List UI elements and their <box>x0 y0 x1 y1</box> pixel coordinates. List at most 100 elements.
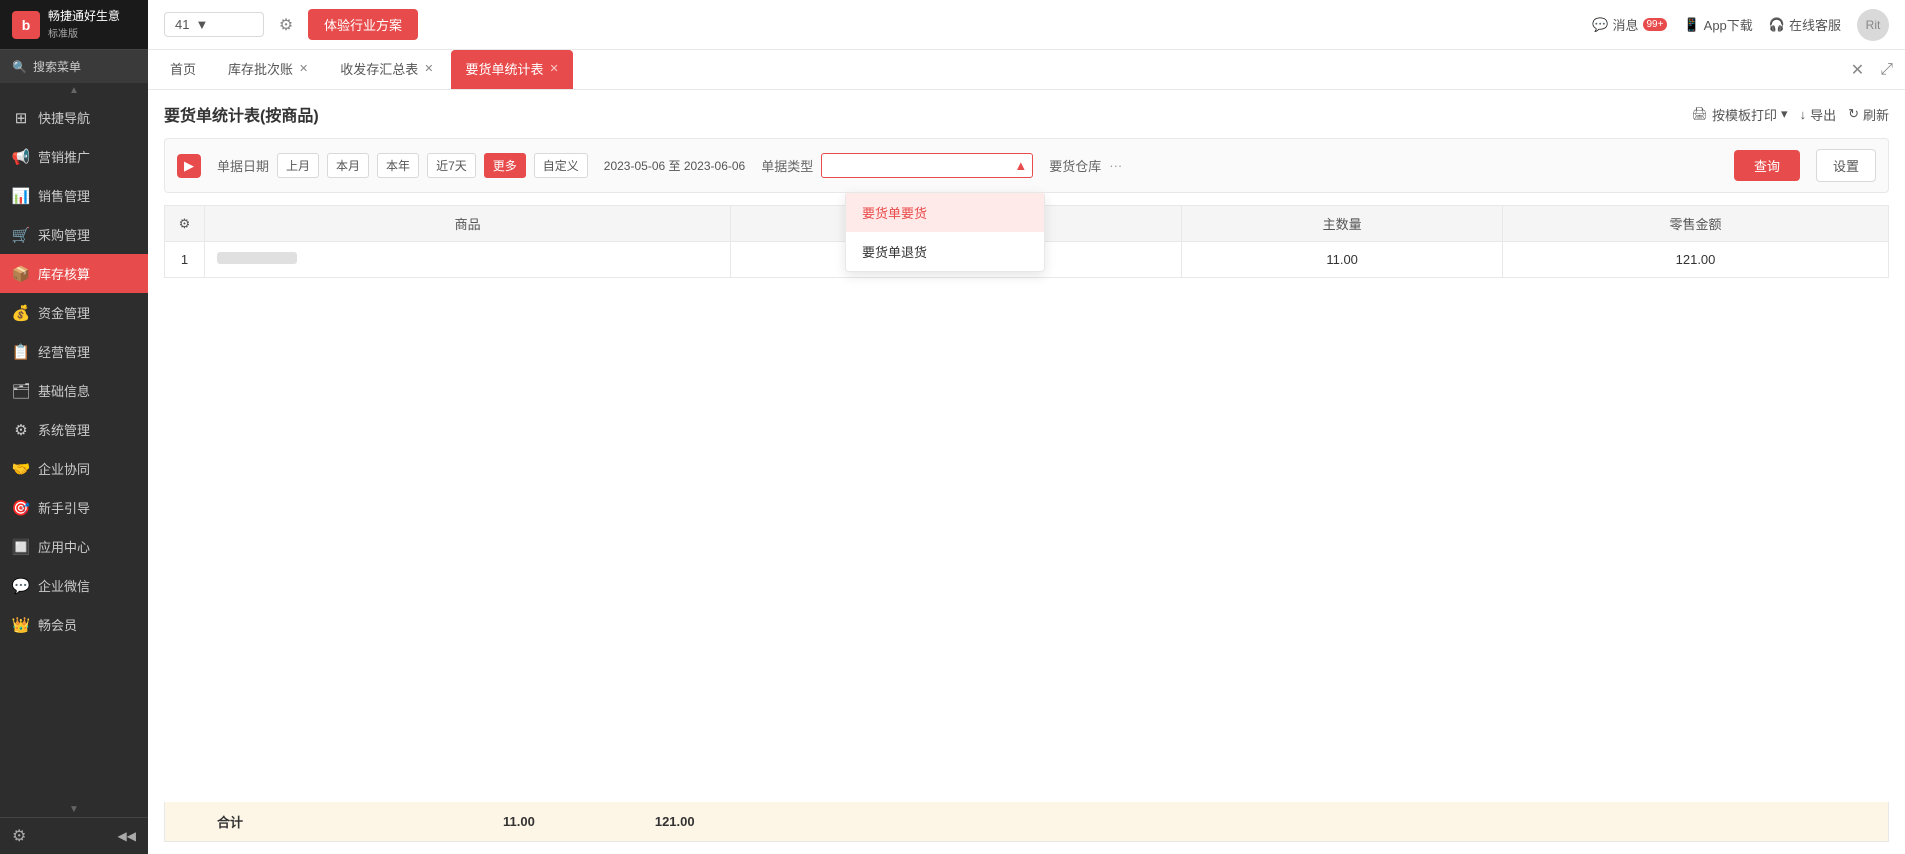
sidebar-item-vip[interactable]: 👑 畅会员 <box>0 605 148 644</box>
sidebar-item-newbie[interactable]: 🎯 新手引导 <box>0 488 148 527</box>
dropdown-item-order-return-label: 要货单退货 <box>862 242 927 261</box>
tab-inventory-batch-close[interactable]: ✕ <box>299 62 308 75</box>
date-btn-this-year[interactable]: 本年 <box>377 153 419 178</box>
sidebar-item-label: 企业协同 <box>38 459 90 478</box>
main-area: 41 ▼ ⚙ 体验行业方案 💬 消息 99+ 📱 App下载 🎧 在线客服 Ri… <box>148 0 1905 854</box>
date-btn-custom[interactable]: 自定义 <box>534 153 588 178</box>
wechat-icon: 💬 <box>12 577 30 595</box>
tab-order-summary[interactable]: 要货单统计表 ✕ <box>451 50 572 89</box>
tab-home-label: 首页 <box>170 59 196 78</box>
app-logo: b <box>12 11 40 39</box>
sidebar-scroll-down[interactable]: ▼ <box>0 802 148 817</box>
col-header-product: 商品 <box>205 206 731 242</box>
search-icon: 🔍 <box>12 60 27 74</box>
sidebar-item-inventory[interactable]: 📦 库存核算 <box>0 254 148 293</box>
sidebar-item-finance[interactable]: 💰 资金管理 <box>0 293 148 332</box>
filter-expand-btn[interactable]: ▶ <box>177 154 201 178</box>
sidebar-item-quick-nav[interactable]: ⊞ 快捷导航 <box>0 98 148 137</box>
export-btn[interactable]: ↓ 导出 <box>1800 105 1837 124</box>
print-template-btn[interactable]: 🖨 按模板打印 ▾ <box>1692 105 1788 124</box>
filter-settings-button[interactable]: 设置 <box>1816 149 1876 182</box>
tab-order-summary-label: 要货单统计表 <box>465 59 543 78</box>
messages-action[interactable]: 💬 消息 99+ <box>1592 15 1667 34</box>
messages-label: 消息 <box>1612 15 1638 34</box>
topbar-settings-btn[interactable]: ⚙ <box>272 11 300 39</box>
basic-icon: 🗂 <box>12 382 30 400</box>
col-header-amount: 零售金额 <box>1503 206 1889 242</box>
date-btn-this-month[interactable]: 本月 <box>327 153 369 178</box>
table-container: ⚙ 商品 主计量单位 主数量 零 <box>164 205 1889 802</box>
sidebar-search[interactable]: 🔍 搜索菜单 <box>0 50 148 83</box>
marketing-icon: 📢 <box>12 148 30 166</box>
topbar-right: 💬 消息 99+ 📱 App下载 🎧 在线客服 Rit <box>1592 9 1889 41</box>
type-filter-group: 单据类型 ▲ <box>761 153 1033 178</box>
tab-inventory-batch[interactable]: 库存批次账 ✕ <box>214 50 322 89</box>
enterprise-icon: 🤝 <box>12 460 30 478</box>
online-service-action[interactable]: 🎧 在线客服 <box>1769 15 1841 34</box>
sidebar-item-operation[interactable]: 📋 经营管理 <box>0 332 148 371</box>
query-button[interactable]: 查询 <box>1734 150 1800 181</box>
sidebar-item-label: 应用中心 <box>38 537 90 556</box>
tab-recv-summary[interactable]: 收发存汇总表 ✕ <box>326 50 447 89</box>
product-placeholder <box>217 252 297 264</box>
tabs-bar: 首页 库存批次账 ✕ 收发存汇总表 ✕ 要货单统计表 ✕ ✕ ⤢ <box>148 50 1905 90</box>
settings-column-header[interactable]: ⚙ <box>165 206 205 242</box>
operation-icon: 📋 <box>12 343 30 361</box>
type-dropdown-arrow-icon[interactable]: ▲ <box>1014 158 1027 173</box>
date-filter-group: 单据日期 上月 本月 本年 近7天 更多 自定义 <box>217 153 588 178</box>
sidebar-item-label: 营销推广 <box>38 147 90 166</box>
app-center-icon: 🔲 <box>12 538 30 556</box>
dropdown-item-order-goods-label: 要货单要货 <box>862 203 927 222</box>
sidebar-item-label: 基础信息 <box>38 381 90 400</box>
tab-order-summary-close[interactable]: ✕ <box>550 62 559 75</box>
type-filter-label: 单据类型 <box>761 156 813 175</box>
tab-recv-summary-label: 收发存汇总表 <box>340 59 418 78</box>
user-avatar[interactable]: Rit <box>1857 9 1889 41</box>
sidebar-item-sales[interactable]: 📊 销售管理 <box>0 176 148 215</box>
sidebar-item-label: 经营管理 <box>38 342 90 361</box>
sidebar-item-enterprise[interactable]: 🤝 企业协同 <box>0 449 148 488</box>
date-range-display: 2023-05-06 至 2023-06-06 <box>604 157 745 174</box>
refresh-label: 刷新 <box>1863 105 1889 124</box>
sidebar-item-system[interactable]: ⚙ 系统管理 <box>0 410 148 449</box>
sidebar-item-basic[interactable]: 🗂 基础信息 <box>0 371 148 410</box>
sidebar-settings-btn[interactable]: ⚙ <box>12 826 26 846</box>
sidebar-item-label: 系统管理 <box>38 420 90 439</box>
sidebar-item-label: 销售管理 <box>38 186 90 205</box>
tab-close-btn[interactable]: ✕ <box>1847 58 1868 82</box>
online-service-label: 在线客服 <box>1789 15 1841 34</box>
topbar: 41 ▼ ⚙ 体验行业方案 💬 消息 99+ 📱 App下载 🎧 在线客服 Ri… <box>148 0 1905 50</box>
refresh-btn[interactable]: ↻ 刷新 <box>1848 105 1889 124</box>
sidebar-scroll-up[interactable]: ▲ <box>0 83 148 98</box>
app-download-label: App下载 <box>1704 15 1753 34</box>
date-btn-last-month[interactable]: 上月 <box>277 153 319 178</box>
warehouse-more-icon[interactable]: ··· <box>1109 158 1122 173</box>
company-dropdown[interactable]: 41 ▼ <box>164 12 264 37</box>
tab-home[interactable]: 首页 <box>156 50 210 89</box>
sidebar-item-marketing[interactable]: 📢 营销推广 <box>0 137 148 176</box>
print-chevron-icon: ▾ <box>1781 106 1788 122</box>
quick-nav-icon: ⊞ <box>12 109 30 127</box>
date-btn-last7[interactable]: 近7天 <box>427 153 476 178</box>
app-download-icon: 📱 <box>1683 17 1699 33</box>
app-subtitle: 标准版 <box>48 25 120 40</box>
sidebar-item-wechat[interactable]: 💬 企业微信 <box>0 566 148 605</box>
tab-expand-btn[interactable]: ⤢ <box>1876 59 1897 81</box>
dropdown-item-order-return[interactable]: 要货单退货 <box>846 232 1044 271</box>
trial-button[interactable]: 体验行业方案 <box>308 9 418 40</box>
table-settings-icon: ⚙ <box>179 216 191 231</box>
sidebar-collapse-btn[interactable]: ◀◀ <box>118 829 136 843</box>
page-actions: 🖨 按模板打印 ▾ ↓ 导出 ↻ 刷新 <box>1692 105 1890 124</box>
date-filter-label: 单据日期 <box>217 156 269 175</box>
sidebar-item-purchase[interactable]: 🛒 采购管理 <box>0 215 148 254</box>
sidebar: b 畅捷通好生意 标准版 🔍 搜索菜单 ▲ ⊞ 快捷导航 📢 营销推广 📊 销售… <box>0 0 148 854</box>
sidebar-item-app-center[interactable]: 🔲 应用中心 <box>0 527 148 566</box>
export-label: 导出 <box>1810 105 1836 124</box>
dropdown-item-order-goods[interactable]: 要货单要货 <box>846 193 1044 232</box>
app-download-action[interactable]: 📱 App下载 <box>1683 15 1752 34</box>
type-filter-input[interactable] <box>821 153 1033 178</box>
tab-recv-summary-close[interactable]: ✕ <box>424 62 433 75</box>
row-amount: 121.00 <box>1503 242 1889 278</box>
refresh-icon: ↻ <box>1848 106 1859 122</box>
date-btn-more[interactable]: 更多 <box>484 153 526 178</box>
